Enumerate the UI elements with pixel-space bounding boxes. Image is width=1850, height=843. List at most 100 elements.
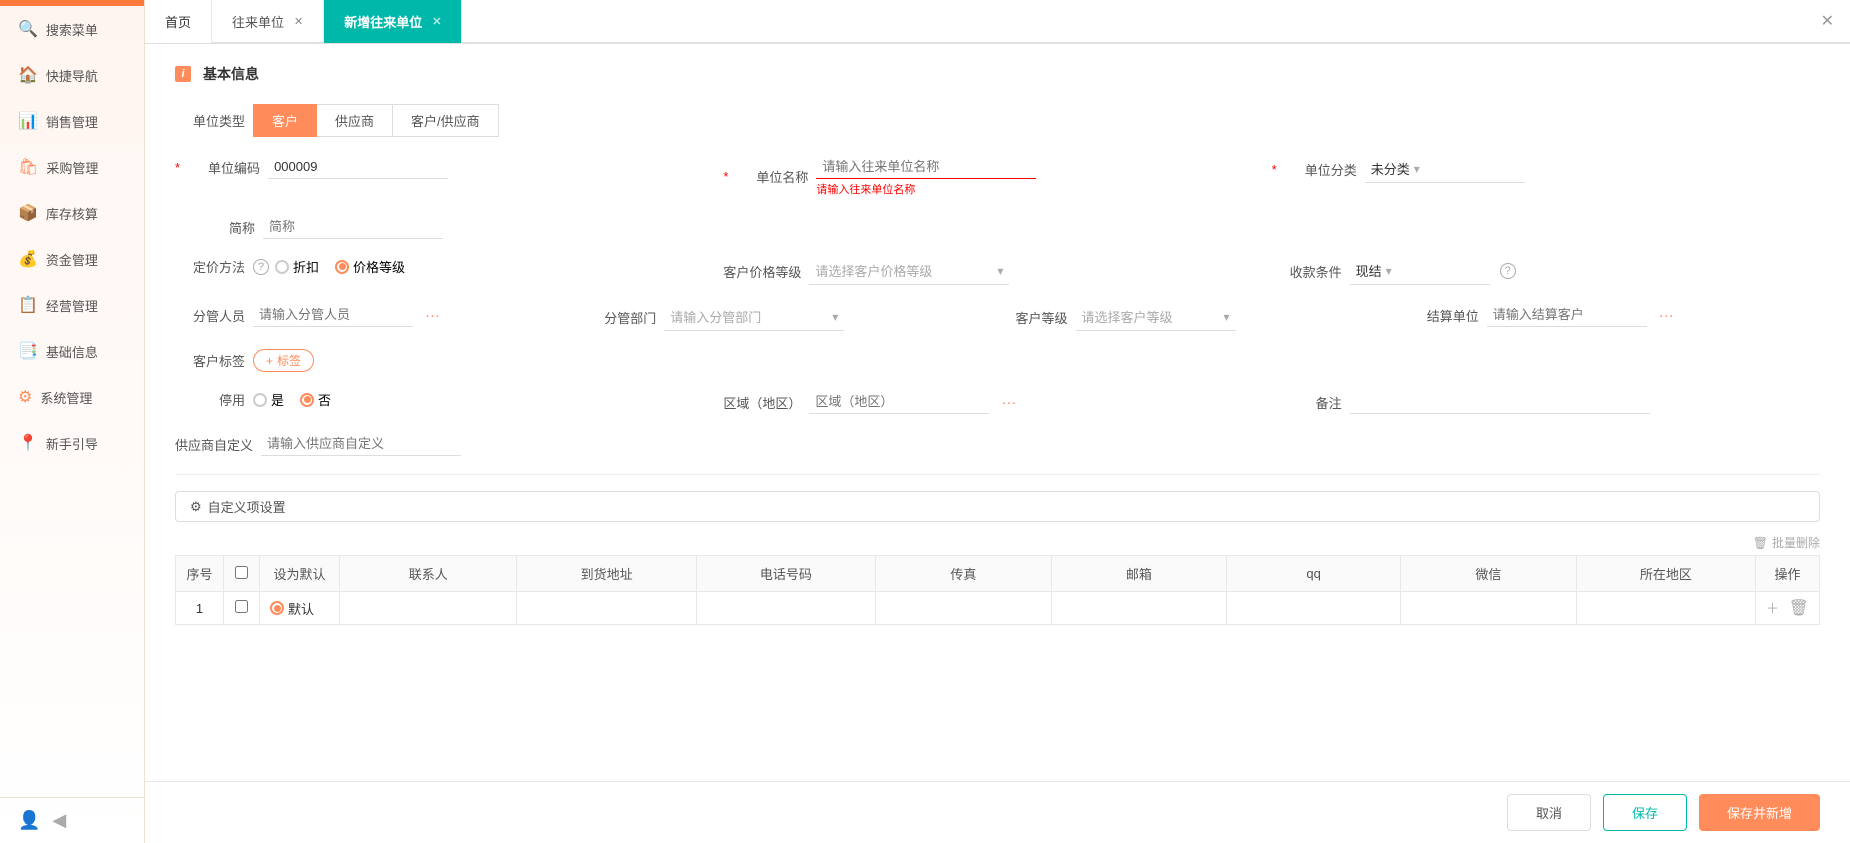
customer-price-placeholder: 请选择客户价格等级 <box>815 261 993 280</box>
group-disabled: 停用 是 否 <box>175 390 723 409</box>
region-more-btn[interactable]: ··· <box>997 394 1020 411</box>
box-icon: 📦 <box>18 203 38 223</box>
remarks-input[interactable] <box>1350 390 1650 414</box>
manager-input[interactable] <box>253 303 413 327</box>
batch-delete-label[interactable]: 批量删除 <box>1772 534 1820 551</box>
customer-level-select[interactable]: 请选择客户等级 ▾ <box>1076 303 1236 331</box>
custom-settings-btn[interactable]: ⚙ 自定义项设置 <box>175 491 1820 522</box>
district-input[interactable] <box>1587 601 1745 616</box>
disabled-yes-option[interactable]: 是 <box>253 390 284 409</box>
sidebar-item-purchase[interactable]: 🛍 采购管理 <box>0 144 144 190</box>
chevron-down-icon2: ▾ <box>997 264 1003 278</box>
th-fax: 传真 <box>876 556 1052 592</box>
tab-home[interactable]: 首页 <box>145 0 212 43</box>
disabled-no-radio <box>300 393 314 407</box>
sidebar-item-operations[interactable]: 📋 经营管理 <box>0 282 144 328</box>
chevron-down-icon3: ▾ <box>1386 264 1392 278</box>
contact-input[interactable] <box>350 601 506 616</box>
level-chevron-icon: ▾ <box>1223 310 1229 324</box>
sidebar-item-finance[interactable]: 💰 资金管理 <box>0 236 144 282</box>
wechat-input[interactable] <box>1411 601 1566 616</box>
pricing-grade-option[interactable]: 价格等级 <box>335 257 405 276</box>
delete-row-btn[interactable]: 🗑 <box>1789 600 1809 617</box>
th-qq: qq <box>1227 556 1401 592</box>
sidebar-item-search[interactable]: 🔍 搜索菜单 <box>0 6 144 52</box>
row-fax <box>876 592 1052 625</box>
tab-partners[interactable]: 往来单位 ✕ <box>212 0 324 43</box>
add-row-btn[interactable]: ＋ <box>1766 601 1779 616</box>
section-icon: i <box>175 66 191 82</box>
pricing-help-icon[interactable]: ? <box>253 259 269 275</box>
dept-label: 分管部门 <box>586 308 656 327</box>
sidebar-item-newbie[interactable]: 📍 新手引导 <box>0 420 144 466</box>
tab-partners-label: 往来单位 <box>232 12 284 31</box>
row-code-name-category: * 单位编码 * 单位名称 请输入往来单位名称 * 单位分类 未分类 ▾ <box>175 155 1820 197</box>
save-new-button[interactable]: 保存并新增 <box>1699 794 1820 831</box>
dept-chevron-icon: ▾ <box>832 310 838 324</box>
group-customer-level: 客户等级 请选择客户等级 ▾ <box>998 303 1409 331</box>
unit-type-both-btn[interactable]: 客户/供应商 <box>392 104 499 137</box>
group-remarks: 备注 <box>1272 390 1820 414</box>
row-default-radio-item[interactable]: 默认 <box>270 599 329 618</box>
pricing-discount-option[interactable]: 折扣 <box>275 257 319 276</box>
unit-category-select[interactable]: 未分类 ▾ <box>1365 155 1525 183</box>
sidebar-item-inventory[interactable]: 📦 库存核算 <box>0 190 144 236</box>
abbr-input[interactable] <box>263 215 443 239</box>
sidebar: 🔍 搜索菜单 🏠 快捷导航 📊 销售管理 🛍 采购管理 📦 库存核算 💰 资金管… <box>0 0 145 843</box>
payment-help-icon[interactable]: ? <box>1500 263 1516 279</box>
th-phone: 电话号码 <box>696 556 875 592</box>
address-input[interactable] <box>527 601 685 616</box>
th-wechat: 微信 <box>1401 556 1577 592</box>
disabled-no-option[interactable]: 否 <box>300 390 331 409</box>
sidebar-item-system[interactable]: ⚙ 系统管理 <box>0 374 144 420</box>
gear-small-icon: ⚙ <box>190 499 202 515</box>
sidebar-item-basic[interactable]: 📑 基础信息 <box>0 328 144 374</box>
customer-price-select[interactable]: 请选择客户价格等级 ▾ <box>809 257 1009 285</box>
tab-new-partner[interactable]: 新增往来单位 ✕ <box>324 0 462 43</box>
chart-icon: 📊 <box>18 111 38 131</box>
dept-placeholder: 请输入分管部门 <box>670 307 828 326</box>
add-tag-btn[interactable]: + 标签 <box>253 349 314 372</box>
select-all-checkbox[interactable] <box>235 566 248 579</box>
sidebar-item-quicknav[interactable]: 🏠 快捷导航 <box>0 52 144 98</box>
save-button[interactable]: 保存 <box>1603 794 1687 831</box>
cancel-button[interactable]: 取消 <box>1507 794 1591 831</box>
manager-more-btn[interactable]: ··· <box>421 307 444 324</box>
phone-input[interactable] <box>707 601 865 616</box>
region-input[interactable] <box>809 390 989 414</box>
tab-new-partner-close[interactable]: ✕ <box>432 15 441 28</box>
manager-label: 分管人员 <box>175 306 245 325</box>
unit-name-input[interactable] <box>816 155 1036 179</box>
disabled-radio-group: 是 否 <box>253 390 331 409</box>
close-all-tabs[interactable]: ✕ <box>1805 11 1850 31</box>
search-icon: 🔍 <box>18 19 38 39</box>
tab-new-partner-label: 新增往来单位 <box>344 12 422 31</box>
required-star: * <box>175 160 180 175</box>
doc-icon: 📑 <box>18 341 38 361</box>
user-avatar-icon[interactable]: 👤 <box>18 810 40 831</box>
customer-price-label: 客户价格等级 <box>723 262 801 281</box>
unit-type-supplier-btn[interactable]: 供应商 <box>316 104 393 137</box>
unit-type-customer-btn[interactable]: 客户 <box>253 104 317 137</box>
row-checkbox[interactable] <box>235 600 248 613</box>
unit-code-input[interactable] <box>268 155 448 179</box>
clipboard-icon: 📋 <box>18 295 38 315</box>
supplier-custom-input[interactable] <box>261 432 461 456</box>
sidebar-item-label: 采购管理 <box>46 158 98 177</box>
row-default: 默认 <box>260 592 340 625</box>
email-input[interactable] <box>1062 601 1217 616</box>
fax-input[interactable] <box>886 601 1041 616</box>
pricing-label: 定价方法 <box>175 257 245 276</box>
payment-select[interactable]: 现结 ▾ <box>1350 257 1490 285</box>
group-pricing: 定价方法 ? 折扣 价格等级 <box>175 257 723 276</box>
pricing-grade-radio <box>335 260 349 274</box>
sidebar-bottom: 👤 ◀ <box>0 797 144 843</box>
batch-delete-area: 🗑 批量删除 <box>175 534 1820 551</box>
qq-input[interactable] <box>1237 601 1390 616</box>
expand-icon[interactable]: ◀ <box>52 810 66 831</box>
settlement-more-btn[interactable]: ··· <box>1655 307 1678 324</box>
sidebar-item-sales[interactable]: 📊 销售管理 <box>0 98 144 144</box>
settlement-input[interactable] <box>1487 303 1647 327</box>
dept-select[interactable]: 请输入分管部门 ▾ <box>664 303 844 331</box>
tab-partners-close[interactable]: ✕ <box>294 15 303 28</box>
